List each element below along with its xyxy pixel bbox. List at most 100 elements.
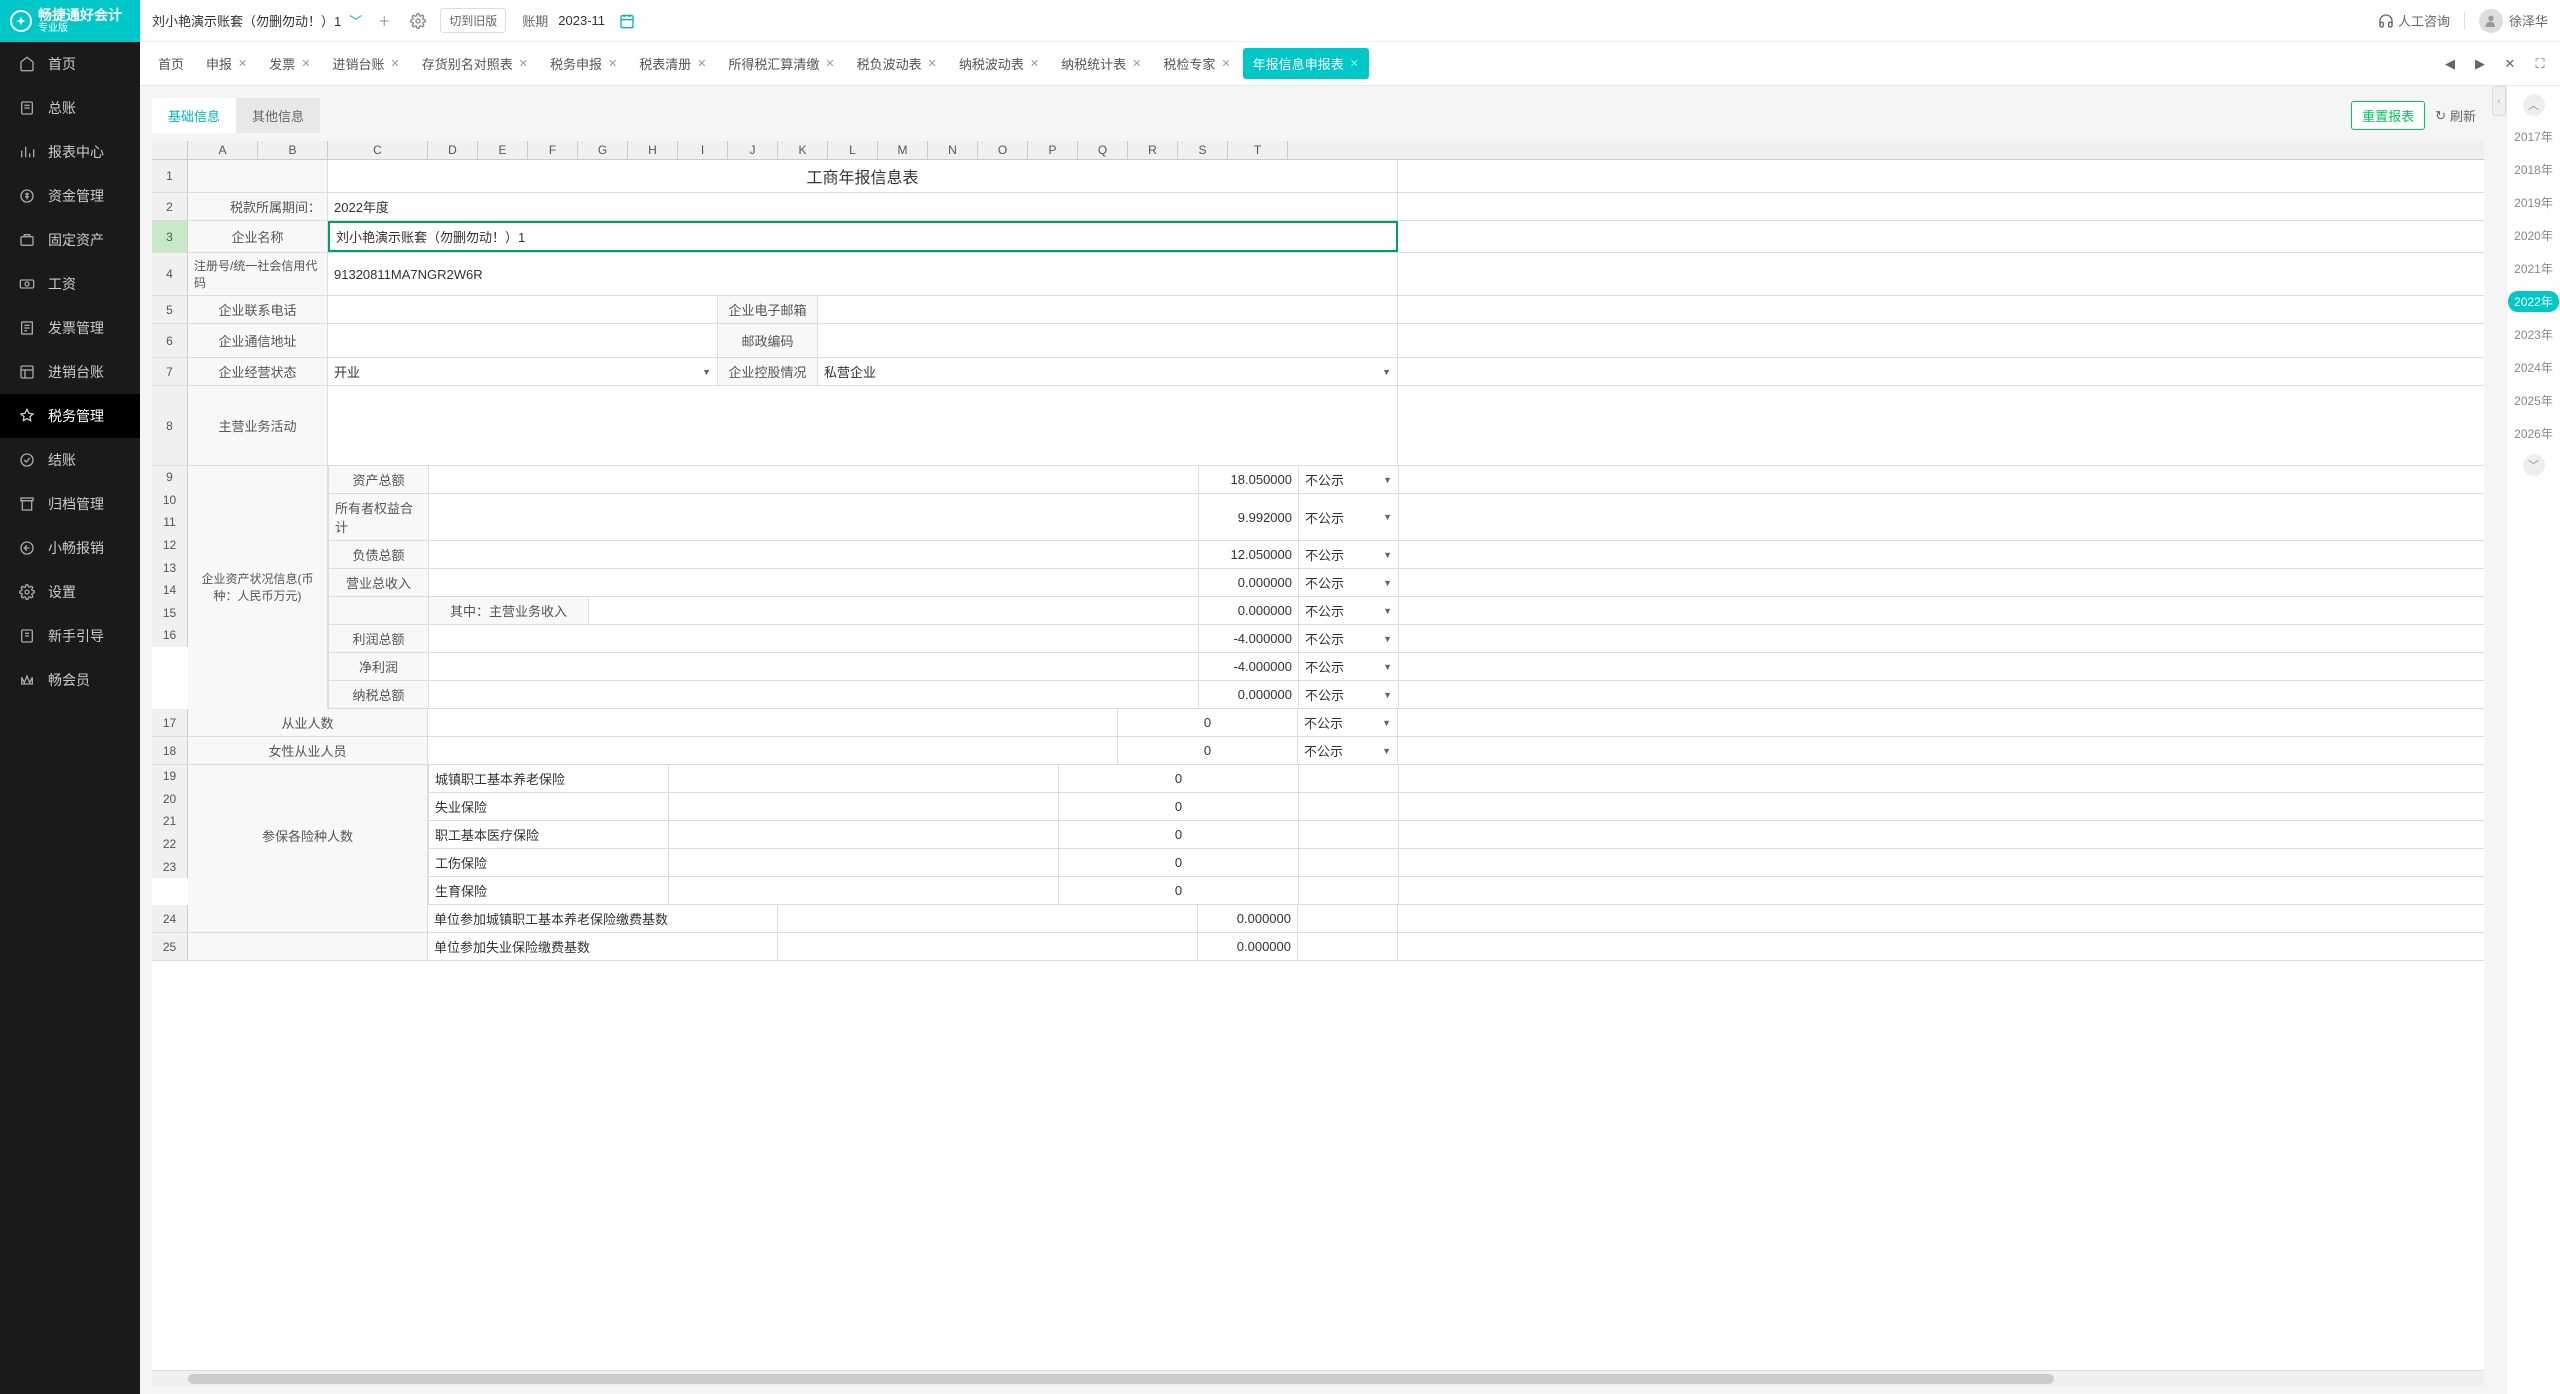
tabs-next-button[interactable]: ▶ [2468,52,2492,76]
insurance-input[interactable] [669,821,1059,848]
refresh-button[interactable]: ↻ 刷新 [2435,106,2476,125]
row-header[interactable]: 8 [152,386,188,465]
publish-select[interactable]: 不公示▼ [1299,681,1399,708]
publish-select[interactable]: 不公示▼ [1298,709,1398,736]
main-biz-input[interactable] [328,386,1398,465]
insurance-input[interactable] [669,793,1059,820]
col-header[interactable]: J [728,141,778,159]
fin-input[interactable] [429,466,1199,493]
tab[interactable]: 发票✕ [259,48,320,79]
fin-value[interactable]: 0.000000 [1199,681,1299,708]
row-header[interactable]: 15 [152,602,188,625]
year-item[interactable]: 2024年 [2508,357,2559,378]
insurance-value[interactable]: 0 [1059,765,1299,792]
row-header[interactable]: 10 [152,489,188,512]
tab[interactable]: 申报✕ [196,48,257,79]
fin-value[interactable]: 0.000000 [1199,569,1299,596]
tab[interactable]: 纳税统计表✕ [1051,48,1151,79]
row-header[interactable]: 23 [152,855,188,878]
phone-input[interactable] [328,296,718,323]
close-icon[interactable]: ✕ [608,57,617,70]
publish-select[interactable]: 不公示▼ [1299,569,1399,596]
year-rail-collapse[interactable]: ‹ [2492,86,2506,116]
col-header[interactable]: P [1028,141,1078,159]
close-icon[interactable]: ✕ [1132,57,1141,70]
postcode-input[interactable] [818,324,1398,357]
row-header[interactable]: 11 [152,511,188,534]
close-icon[interactable]: ✕ [825,57,834,70]
fin-value[interactable]: -4.000000 [1199,653,1299,680]
contrib-input[interactable] [778,933,1198,960]
col-header[interactable]: Q [1078,141,1128,159]
tabs-close-all-button[interactable]: ✕ [2498,52,2522,76]
year-item[interactable]: 2020年 [2508,225,2559,246]
close-icon[interactable]: ✕ [238,57,247,70]
close-icon[interactable]: ✕ [391,57,400,70]
employees-input[interactable] [428,709,1118,736]
address-input[interactable] [328,324,718,357]
consult-button[interactable]: 人工咨询 [2378,11,2450,30]
row-header[interactable]: 22 [152,833,188,856]
year-item[interactable]: 2025年 [2508,390,2559,411]
col-header[interactable]: T [1228,141,1288,159]
switch-old-version-button[interactable]: 切到旧版 [440,8,506,33]
fin-value[interactable]: 18.050000 [1199,466,1299,493]
col-header[interactable]: G [578,141,628,159]
year-item[interactable]: 2021年 [2508,258,2559,279]
nav-item-guide[interactable]: 新手引导 [0,614,140,658]
row-header[interactable]: 17 [152,709,188,736]
insurance-value[interactable]: 0 [1059,877,1299,904]
year-down-button[interactable]: ﹀ [2523,454,2545,476]
nav-item-asset[interactable]: 固定资产 [0,218,140,262]
email-input[interactable] [818,296,1398,323]
insurance-value[interactable]: 0 [1059,793,1299,820]
female-value[interactable]: 0 [1118,737,1298,764]
close-icon[interactable]: ✕ [928,57,937,70]
col-header[interactable]: S [1178,141,1228,159]
tab[interactable]: 年报信息申报表✕ [1243,48,1369,79]
fin-value[interactable]: 9.992000 [1199,494,1299,540]
row-header[interactable]: 13 [152,556,188,579]
nav-item-salary[interactable]: 工资 [0,262,140,306]
calendar-icon[interactable] [615,9,639,33]
fin-sub-value[interactable]: 0.000000 [1199,597,1299,624]
nav-item-tax[interactable]: 税务管理 [0,394,140,438]
year-item[interactable]: 2023年 [2508,324,2559,345]
fin-sub-input[interactable] [589,597,1199,624]
nav-item-invoice[interactable]: 发票管理 [0,306,140,350]
company-name-input[interactable]: 刘小艳演示账套（勿删勿动！）1 [328,221,1398,252]
publish-select[interactable]: 不公示▼ [1299,597,1399,624]
insurance-input[interactable] [669,765,1059,792]
tab[interactable]: 存货别名对照表✕ [412,48,538,79]
row-header[interactable]: 1 [152,160,188,192]
status-select[interactable]: 开业▼ [328,358,718,385]
col-header[interactable]: M [878,141,928,159]
insurance-input[interactable] [669,877,1059,904]
row-header[interactable]: 2 [152,193,188,220]
fin-input[interactable] [429,569,1199,596]
holding-select[interactable]: 私营企业▼ [818,358,1398,385]
row-header[interactable]: 25 [152,933,188,960]
tab[interactable]: 税务申报✕ [540,48,627,79]
fin-input[interactable] [429,681,1199,708]
publish-select[interactable]: 不公示▼ [1299,494,1399,540]
contrib-input[interactable] [778,905,1198,932]
account-selector[interactable]: 刘小艳演示账套（勿删勿动！）1 ﹀ [152,11,362,30]
col-header[interactable]: A [188,141,258,159]
col-header[interactable]: H [628,141,678,159]
tabs-prev-button[interactable]: ◀ [2438,52,2462,76]
nav-item-close-bk[interactable]: 结账 [0,438,140,482]
row-header[interactable]: 14 [152,579,188,602]
subtab-other[interactable]: 其他信息 [236,98,320,133]
subtab-basic[interactable]: 基础信息 [152,98,236,133]
row-header[interactable]: 7 [152,358,188,385]
col-header[interactable]: O [978,141,1028,159]
row-header[interactable]: 20 [152,788,188,811]
nav-item-ledger[interactable]: 总账 [0,86,140,130]
close-icon[interactable]: ✕ [1350,57,1359,70]
col-header[interactable]: L [828,141,878,159]
fin-value[interactable]: 12.050000 [1199,541,1299,568]
publish-select[interactable]: 不公示▼ [1299,625,1399,652]
tab[interactable]: 税负波动表✕ [847,48,947,79]
fin-value[interactable]: -4.000000 [1199,625,1299,652]
